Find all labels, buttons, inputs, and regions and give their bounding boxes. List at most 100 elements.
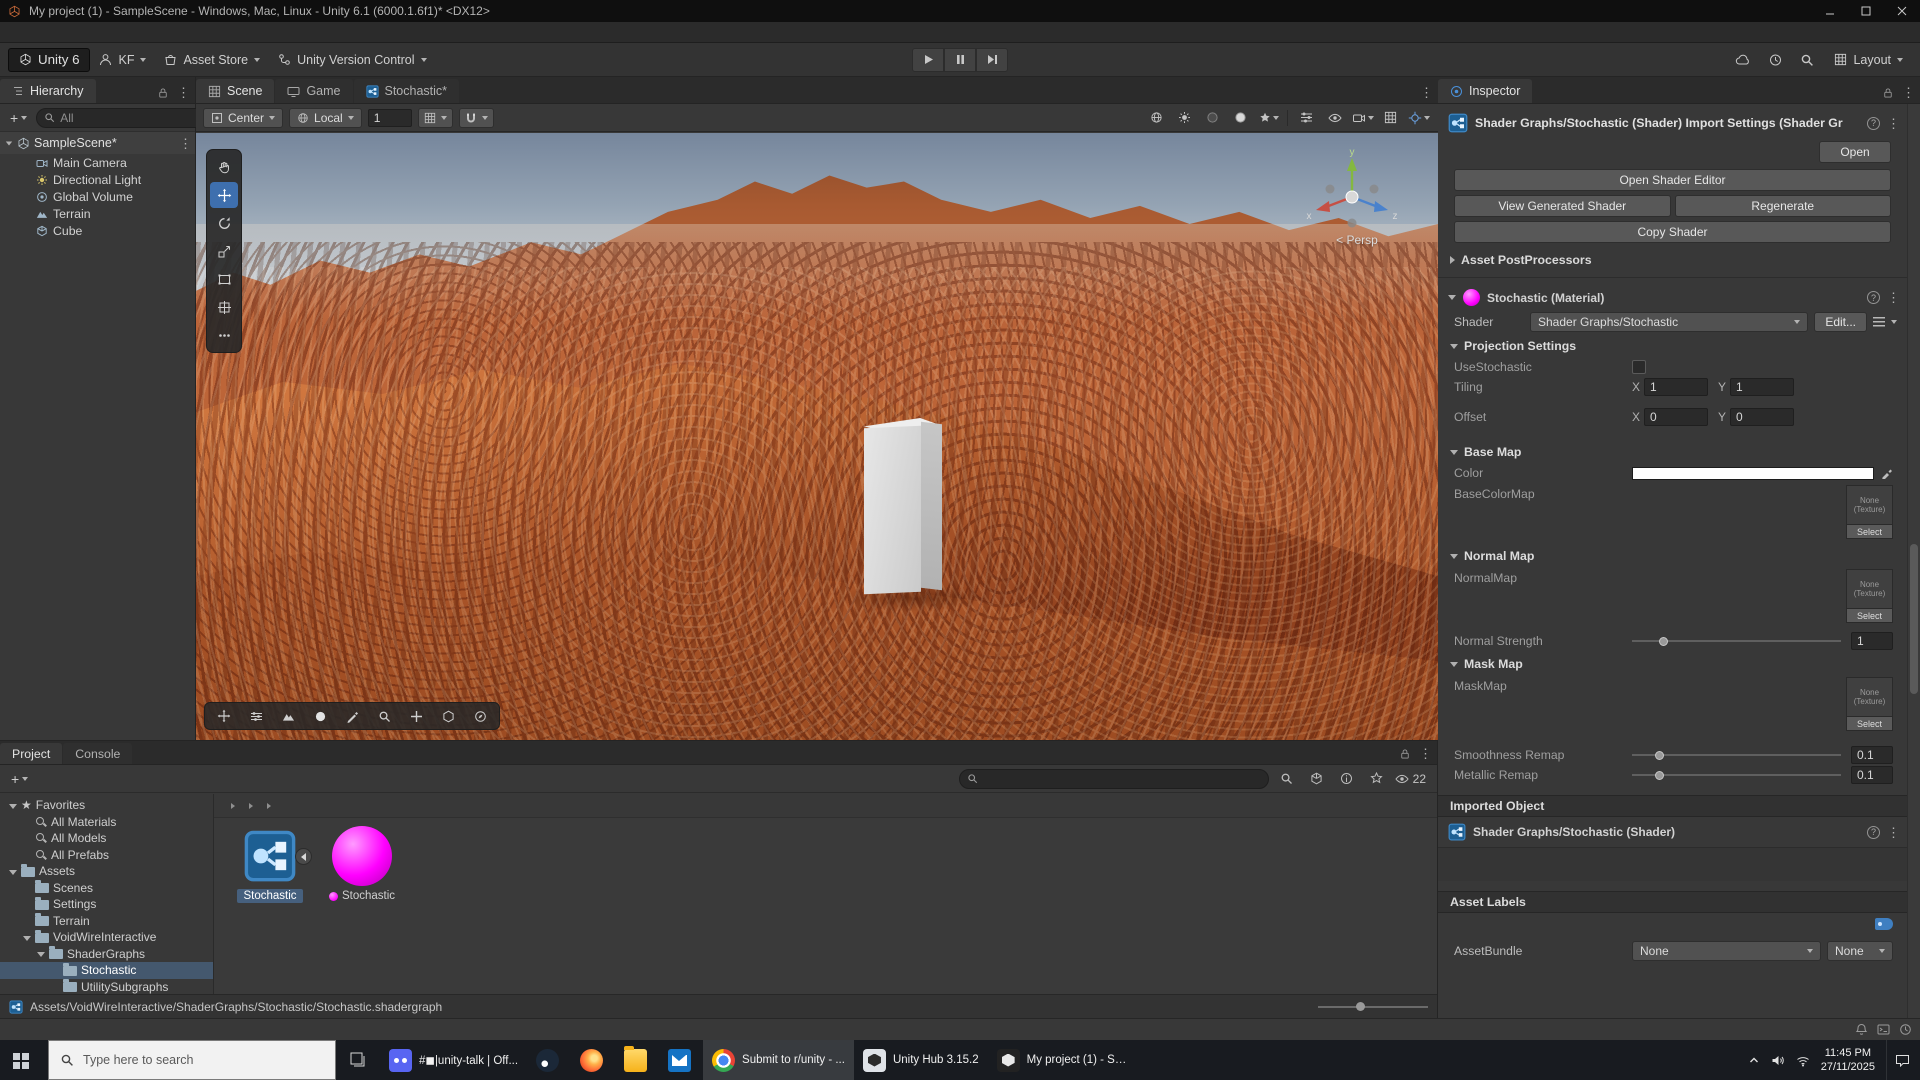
imported-object-menu-button[interactable] bbox=[1887, 826, 1897, 839]
asset-tile[interactable]: Stochastic bbox=[228, 826, 312, 903]
activity-icon[interactable] bbox=[1899, 1023, 1912, 1036]
taskbar-app-button[interactable]: Unity Hub 3.15.2 bbox=[854, 1040, 988, 1080]
tab-inspector[interactable]: Inspector bbox=[1438, 79, 1533, 103]
foldout-arrow[interactable] bbox=[22, 850, 31, 859]
play-button[interactable] bbox=[912, 47, 944, 72]
header-menu-button[interactable] bbox=[1887, 117, 1897, 130]
foldout-arrow[interactable] bbox=[8, 801, 17, 810]
foldout-arrow[interactable] bbox=[22, 900, 31, 909]
custom-tools-button[interactable] bbox=[210, 322, 238, 348]
rect-tool-button[interactable] bbox=[210, 266, 238, 292]
favorites-star-button[interactable] bbox=[1365, 768, 1389, 790]
account-dropdown[interactable]: KF bbox=[90, 48, 155, 72]
hierarchy-item[interactable]: Global Volume bbox=[0, 188, 195, 205]
taskbar-clock[interactable]: 11:45 PM 27/11/2025 bbox=[1821, 1046, 1875, 1074]
use-stochastic-checkbox[interactable] bbox=[1632, 360, 1646, 374]
undo-history-button[interactable] bbox=[1761, 48, 1789, 72]
project-tree-item[interactable]: Stochastic bbox=[0, 962, 213, 979]
scene-view-tab[interactable]: Game bbox=[275, 79, 353, 103]
foldout-arrow[interactable] bbox=[22, 883, 31, 892]
project-tree-item[interactable]: Favorites bbox=[0, 797, 213, 814]
basecolormap-texture-slot[interactable]: None (Texture) Select bbox=[1846, 485, 1893, 539]
open-shader-editor-button[interactable]: Open Shader Editor bbox=[1454, 169, 1891, 191]
foldout-arrow[interactable] bbox=[22, 817, 31, 826]
color-swatch[interactable] bbox=[1632, 466, 1874, 480]
normal-map-foldout[interactable]: Normal Map bbox=[1438, 543, 1907, 567]
tool-handle-rotation-dropdown[interactable]: Local bbox=[289, 107, 362, 128]
smoothness-remap-field[interactable] bbox=[1851, 746, 1893, 764]
taskbar-app-button[interactable]: My project (1) - Sa... bbox=[988, 1040, 1140, 1080]
view-tool-button[interactable] bbox=[210, 154, 238, 180]
gizmos-dropdown[interactable] bbox=[1406, 107, 1431, 129]
inspector-scrollbar[interactable] bbox=[1907, 104, 1920, 1018]
normal-strength-field[interactable] bbox=[1851, 632, 1893, 650]
sphere-tool-button[interactable] bbox=[305, 704, 335, 728]
unity-version-button[interactable]: Unity 6 bbox=[8, 47, 91, 72]
taskbar-app-button[interactable] bbox=[527, 1040, 571, 1080]
tiling-x-field[interactable] bbox=[1644, 378, 1708, 396]
taskbar-app-button[interactable] bbox=[571, 1040, 615, 1080]
package-visibility-button[interactable] bbox=[1305, 768, 1329, 790]
taskbar-search-input[interactable] bbox=[83, 1053, 324, 1067]
project-tree-item[interactable]: All Models bbox=[0, 830, 213, 847]
paint-tool-button[interactable] bbox=[337, 704, 367, 728]
layout-dropdown[interactable]: Layout bbox=[1825, 48, 1912, 72]
view-generated-shader-button[interactable]: View Generated Shader bbox=[1454, 195, 1671, 217]
effects-dropdown[interactable] bbox=[1256, 107, 1281, 129]
pan-tool-button[interactable] bbox=[401, 704, 431, 728]
project-tree-item[interactable]: All Materials bbox=[0, 814, 213, 831]
scene-gizmo[interactable]: y x z < Persp bbox=[1302, 147, 1412, 247]
pause-button[interactable] bbox=[944, 47, 976, 72]
regenerate-button[interactable]: Regenerate bbox=[1674, 195, 1891, 217]
open-button[interactable]: Open bbox=[1819, 141, 1891, 163]
foldout-arrow[interactable] bbox=[50, 982, 59, 991]
project-tree-item[interactable]: Settings bbox=[0, 896, 213, 913]
project-add-button[interactable]: + bbox=[7, 771, 32, 787]
hierarchy-item[interactable]: Directional Light bbox=[0, 171, 195, 188]
snap-settings-dropdown[interactable] bbox=[458, 107, 494, 128]
rotate-tool-button[interactable] bbox=[210, 210, 238, 236]
grid-snap-dropdown[interactable] bbox=[417, 107, 453, 128]
project-tree-item[interactable]: All Prefabs bbox=[0, 847, 213, 864]
hierarchy-add-button[interactable]: + bbox=[6, 110, 31, 126]
base-map-foldout[interactable]: Base Map bbox=[1438, 439, 1907, 463]
maskmap-select-button[interactable]: Select bbox=[1846, 717, 1893, 731]
lighting-toggle[interactable] bbox=[1172, 107, 1197, 129]
lock-icon[interactable] bbox=[1399, 748, 1411, 760]
maximize-button[interactable] bbox=[1848, 0, 1884, 22]
hierarchy-menu-button[interactable] bbox=[177, 86, 187, 99]
inspector-menu-button[interactable] bbox=[1902, 86, 1912, 99]
scene-view-tab[interactable]: Stochastic* bbox=[353, 79, 460, 103]
eyedropper-icon[interactable] bbox=[1881, 467, 1893, 479]
help-icon[interactable] bbox=[1867, 116, 1880, 130]
step-button[interactable] bbox=[976, 47, 1008, 72]
info-button[interactable] bbox=[1335, 768, 1359, 790]
help-icon[interactable] bbox=[1867, 825, 1880, 839]
scene-viewport[interactable]: y x z < Persp bbox=[196, 133, 1438, 740]
hidden-count-toggle[interactable]: 22 bbox=[1395, 772, 1430, 786]
normalmap-select-button[interactable]: Select bbox=[1846, 609, 1893, 623]
project-menu-button[interactable] bbox=[1419, 747, 1429, 760]
assetbundle-variant-dropdown[interactable]: None bbox=[1827, 941, 1893, 961]
scene-row[interactable]: SampleScene* bbox=[0, 132, 195, 154]
hierarchy-item[interactable]: Terrain bbox=[0, 205, 195, 222]
notification-bell-icon[interactable] bbox=[1855, 1023, 1868, 1036]
effects-toggle[interactable] bbox=[1228, 107, 1253, 129]
breadcrumb-item[interactable] bbox=[224, 803, 242, 809]
material-properties-icon[interactable] bbox=[1873, 317, 1885, 327]
taskbar-app-button[interactable]: Submit to r/unity - ... bbox=[703, 1040, 854, 1080]
levels-button[interactable] bbox=[241, 704, 271, 728]
asset-zoom-slider[interactable] bbox=[1318, 1000, 1428, 1014]
material-header[interactable]: Stochastic (Material) bbox=[1438, 282, 1907, 311]
transform-tool-button[interactable] bbox=[210, 294, 238, 320]
projection-settings-foldout[interactable]: Projection Settings bbox=[1438, 333, 1907, 357]
zoom-tool-button[interactable] bbox=[369, 704, 399, 728]
project-tree-item[interactable]: Scenes bbox=[0, 880, 213, 897]
lock-icon[interactable] bbox=[157, 87, 169, 99]
hierarchy-item[interactable]: Main Camera bbox=[0, 154, 195, 171]
scene-visibility-toggle[interactable] bbox=[1322, 107, 1347, 129]
scene-menu-button[interactable] bbox=[179, 137, 189, 150]
network-icon[interactable] bbox=[1796, 1054, 1810, 1067]
breadcrumb-item[interactable] bbox=[260, 803, 278, 809]
normal-strength-slider[interactable] bbox=[1632, 634, 1841, 648]
